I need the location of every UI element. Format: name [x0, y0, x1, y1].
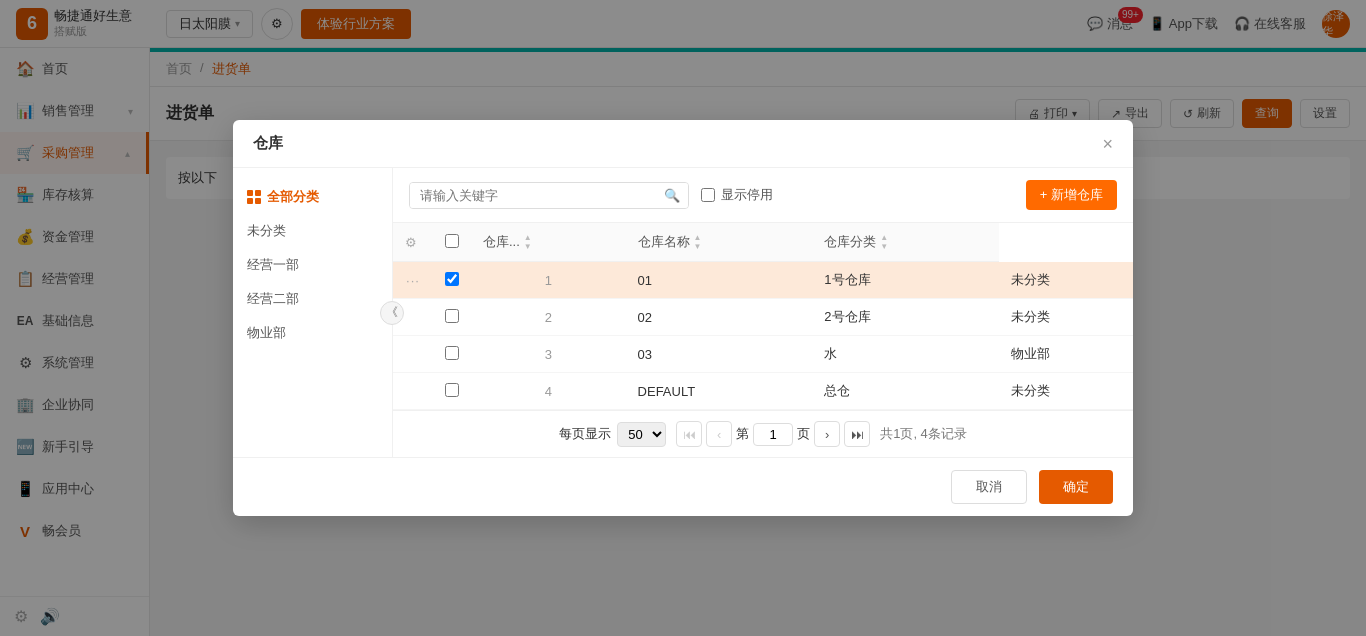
row-actions-icon [393, 373, 433, 410]
category-toggle-button[interactable]: 《 [380, 301, 404, 325]
table-row[interactable]: ··· 1 01 1号仓库 未分类 [393, 262, 1133, 299]
row-num: 2 [471, 299, 626, 336]
row-category: 未分类 [999, 262, 1133, 299]
sort-arrows-code: ▲ ▼ [524, 234, 532, 251]
search-icon[interactable]: 🔍 [656, 183, 688, 208]
row-code: 01 [626, 262, 813, 299]
per-page-selector: 每页显示 50 [559, 422, 666, 447]
row-category: 未分类 [999, 299, 1133, 336]
sort-arrows-cat: ▲ ▼ [880, 234, 888, 251]
cat-item-dept2[interactable]: 经营二部 [233, 282, 392, 316]
row-name: 2号仓库 [812, 299, 999, 336]
row-category: 未分类 [999, 373, 1133, 410]
col-checkbox [433, 223, 471, 262]
row-checkbox-3[interactable] [445, 383, 459, 397]
col-settings: ⚙ [393, 223, 433, 262]
warehouse-modal: 仓库 × 《 全部分类 未分类 经营一部 经营二部 物业部 [233, 120, 1133, 516]
modal-toolbar: 🔍 显示停用 + 新增仓库 [393, 168, 1133, 223]
grid-icon [247, 190, 261, 204]
table-row[interactable]: 3 03 水 物业部 [393, 336, 1133, 373]
page-info: 共1页, 4条记录 [880, 425, 967, 443]
sort-arrows-name: ▲ ▼ [694, 234, 702, 251]
all-categories-label: 全部分类 [267, 188, 319, 206]
show-disabled-label: 显示停用 [701, 186, 773, 204]
row-num: 3 [471, 336, 626, 373]
table-row[interactable]: 2 02 2号仓库 未分类 [393, 299, 1133, 336]
modal-pagination: 每页显示 50 ⏮ ‹ 第 页 › ⏭ 共1页, 4条记录 [393, 410, 1133, 457]
cat-item-dept1[interactable]: 经营一部 [233, 248, 392, 282]
page-number-input[interactable] [753, 423, 793, 446]
row-checkbox-cell [433, 262, 471, 299]
col-category: 仓库分类 ▲ ▼ [812, 223, 999, 262]
select-all-checkbox[interactable] [445, 234, 459, 248]
modal-footer: 取消 确定 [233, 457, 1133, 516]
row-name: 1号仓库 [812, 262, 999, 299]
last-page-button[interactable]: ⏭ [844, 421, 870, 447]
col-code: 仓库... ▲ ▼ [471, 223, 626, 262]
row-code: DEFAULT [626, 373, 813, 410]
modal-close-button[interactable]: × [1102, 135, 1113, 153]
category-sidebar: 《 全部分类 未分类 经营一部 经营二部 物业部 [233, 168, 393, 457]
page-navigation: ⏮ ‹ 第 页 › ⏭ [676, 421, 870, 447]
row-checkbox-cell [433, 336, 471, 373]
modal-content-area: 🔍 显示停用 + 新增仓库 ⚙ [393, 168, 1133, 457]
confirm-button[interactable]: 确定 [1039, 470, 1113, 504]
modal-table: ⚙ 仓库... ▲ ▼ [393, 223, 1133, 410]
cancel-button[interactable]: 取消 [951, 470, 1027, 504]
row-checkbox-0[interactable] [445, 272, 459, 286]
row-num: 1 [471, 262, 626, 299]
add-warehouse-button[interactable]: + 新增仓库 [1026, 180, 1117, 210]
row-code: 02 [626, 299, 813, 336]
row-checkbox-1[interactable] [445, 309, 459, 323]
prev-page-button[interactable]: ‹ [706, 421, 732, 447]
modal-body: 《 全部分类 未分类 经营一部 经营二部 物业部 🔍 [233, 168, 1133, 457]
settings-col-icon: ⚙ [405, 235, 417, 250]
row-name: 水 [812, 336, 999, 373]
modal-title: 仓库 [253, 134, 283, 153]
row-actions-icon: ··· [393, 262, 433, 299]
search-box: 🔍 [409, 182, 689, 209]
per-page-select[interactable]: 50 [617, 422, 666, 447]
table-header: ⚙ 仓库... ▲ ▼ [393, 223, 1133, 262]
cat-item-property[interactable]: 物业部 [233, 316, 392, 350]
warehouse-table: ⚙ 仓库... ▲ ▼ [393, 223, 1133, 410]
all-categories-item[interactable]: 全部分类 [233, 180, 392, 214]
row-name: 总仓 [812, 373, 999, 410]
row-checkbox-cell [433, 373, 471, 410]
first-page-button[interactable]: ⏮ [676, 421, 702, 447]
cat-item-unclassified[interactable]: 未分类 [233, 214, 392, 248]
table-body: ··· 1 01 1号仓库 未分类 2 02 2号仓库 未分类 3 03 水 物… [393, 262, 1133, 410]
row-num: 4 [471, 373, 626, 410]
row-actions-icon [393, 336, 433, 373]
row-category: 物业部 [999, 336, 1133, 373]
search-input[interactable] [410, 183, 656, 208]
col-name: 仓库名称 ▲ ▼ [626, 223, 813, 262]
table-row[interactable]: 4 DEFAULT 总仓 未分类 [393, 373, 1133, 410]
row-code: 03 [626, 336, 813, 373]
row-checkbox-cell [433, 299, 471, 336]
modal-header: 仓库 × [233, 120, 1133, 168]
show-disabled-checkbox[interactable] [701, 188, 715, 202]
row-checkbox-2[interactable] [445, 346, 459, 360]
next-page-button[interactable]: › [814, 421, 840, 447]
